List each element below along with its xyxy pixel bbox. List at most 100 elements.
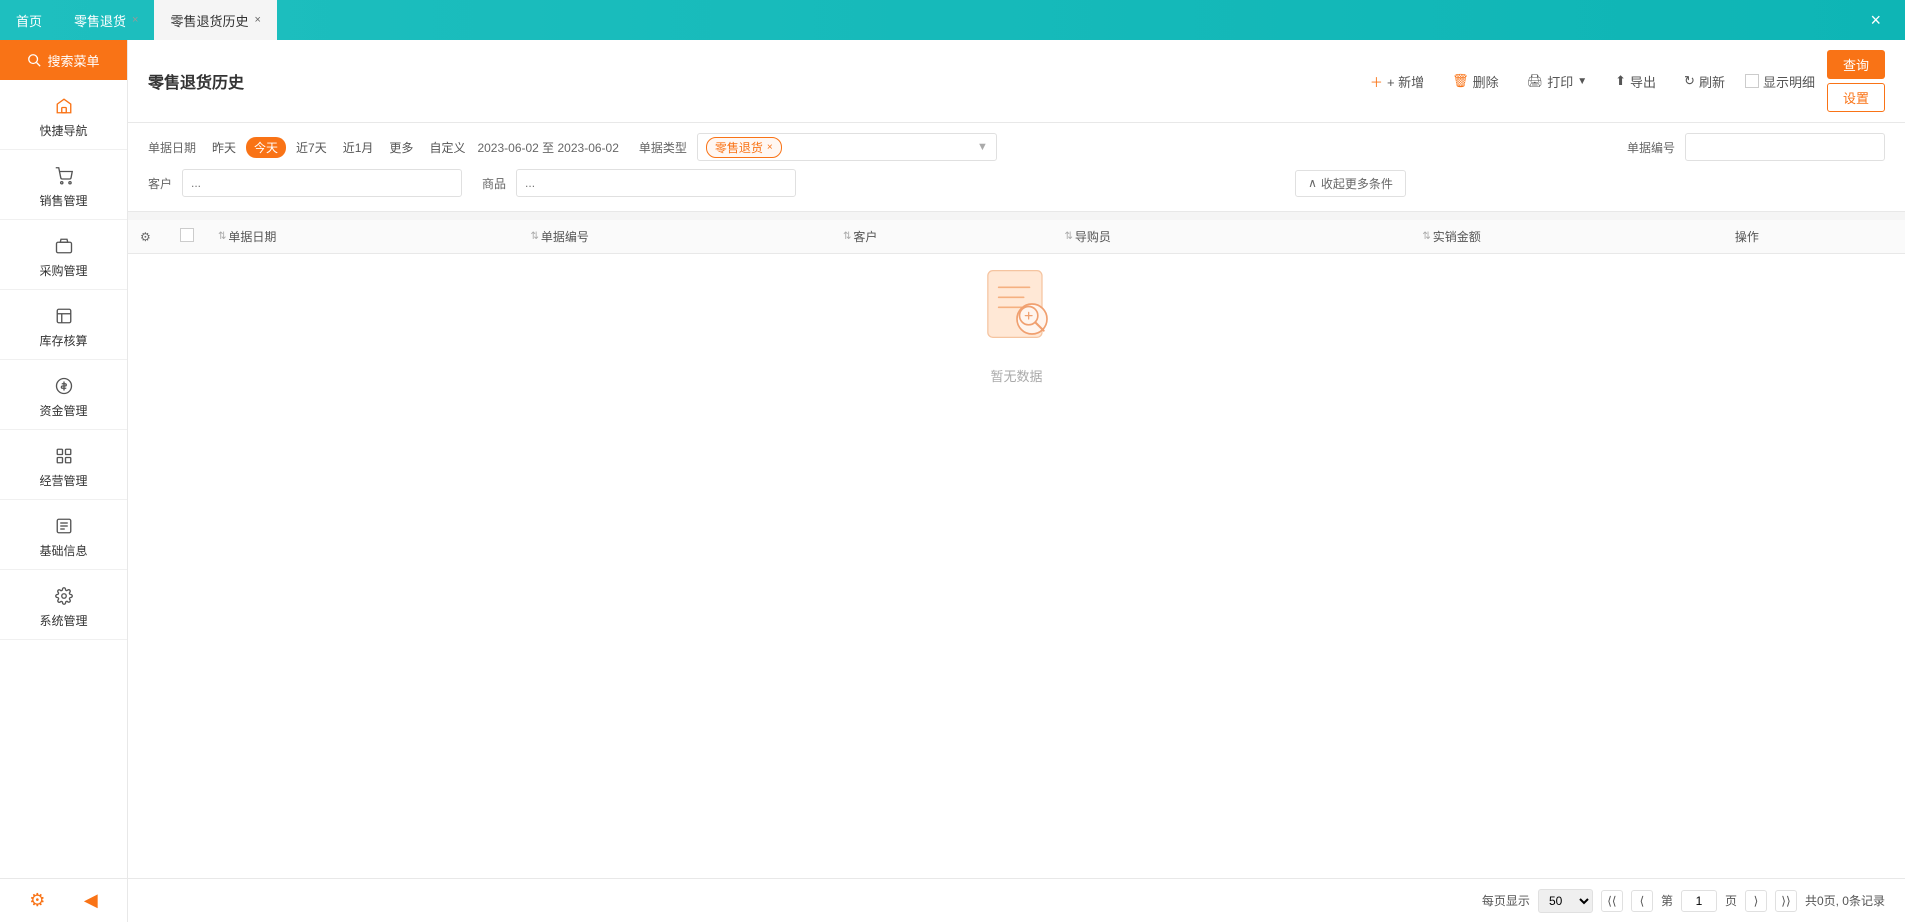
col-doc-date-label: 单据日期 <box>228 228 276 245</box>
col-doc-number-header: ⇅ 单据编号 <box>530 228 818 245</box>
sidebar-item-basic-info-label: 基础信息 <box>39 542 87 559</box>
sidebar-item-operations-label: 经营管理 <box>39 472 87 489</box>
refresh-icon: ↻ <box>1684 73 1695 89</box>
date-opt-more[interactable]: 更多 <box>383 137 419 158</box>
customer-input[interactable] <box>182 169 462 197</box>
settings-icon[interactable]: ⚙ <box>140 230 151 244</box>
sidebar-item-quick-nav[interactable]: 快捷导航 <box>0 80 127 150</box>
page-label: 页 <box>1725 892 1737 909</box>
date-opt-yesterday[interactable]: 昨天 <box>206 137 242 158</box>
page-number-input[interactable] <box>1681 890 1717 912</box>
col-guide[interactable]: ⇅ 导购员 <box>1052 220 1319 254</box>
col-guide-header: ⇅ 导购员 <box>1064 228 1307 245</box>
customer-filter-group: 客户 <box>148 169 462 197</box>
col-actual-amount[interactable]: ⇅ 实销金额 <box>1410 220 1722 254</box>
system-icon <box>52 584 76 608</box>
export-label: 导出 <box>1630 72 1656 91</box>
sidebar-item-finance[interactable]: 资金管理 <box>0 360 127 430</box>
sidebar-item-basic-info[interactable]: 基础信息 <box>0 500 127 570</box>
empty-text: 暂无数据 <box>990 366 1042 385</box>
display-detail-toggle[interactable]: 显示明细 <box>1745 72 1815 91</box>
print-icon: 🖨 <box>1527 73 1544 89</box>
col-actual-amount-sort-icon: ⇅ <box>1422 231 1430 242</box>
goods-input[interactable] <box>516 169 796 197</box>
sidebar-item-sales-mgmt[interactable]: 销售管理 <box>0 150 127 220</box>
doc-type-tag: 零售退货 × <box>706 137 782 158</box>
tab-retail-return-close[interactable]: × <box>132 14 138 26</box>
doc-type-dropdown-icon: ▼ <box>977 141 988 153</box>
page-last-button[interactable]: ⟩⟩ <box>1775 890 1797 912</box>
display-detail-label: 显示明细 <box>1763 72 1815 91</box>
filter-row-1: 单据日期 昨天 今天 近7天 近1月 更多 自定义 2023-06-02 至 2… <box>148 133 1885 161</box>
date-opt-today[interactable]: 今天 <box>246 137 286 158</box>
print-button[interactable]: 🖨 打印 ▼ <box>1519 68 1595 95</box>
delete-label: 删除 <box>1473 72 1499 91</box>
tab-retail-return-history[interactable]: 零售退货历史 × <box>154 0 276 40</box>
col-customer-label: 客户 <box>853 228 877 245</box>
window-close-button[interactable]: × <box>1862 6 1889 35</box>
add-icon: ＋ <box>1370 72 1383 91</box>
date-filter-label: 单据日期 <box>148 139 196 156</box>
page-prev-button[interactable]: ⟨ <box>1631 890 1653 912</box>
date-opt-1month[interactable]: 近1月 <box>337 137 380 158</box>
add-button[interactable]: ＋ + 新增 <box>1362 68 1432 95</box>
doc-type-select[interactable]: 零售退货 × ▼ <box>697 133 997 161</box>
customer-filter-label: 客户 <box>148 175 172 192</box>
col-customer-header: ⇅ 客户 <box>843 228 1040 245</box>
sidebar-item-inventory[interactable]: 库存核算 <box>0 290 127 360</box>
col-doc-number[interactable]: ⇅ 单据编号 <box>518 220 830 254</box>
sidebar-item-operations[interactable]: 经营管理 <box>0 430 127 500</box>
pagination-bar: 每页显示 50 100 200 ⟨⟨ ⟨ 第 页 ⟩ ⟩⟩ 共0页, 0条记录 <box>128 878 1905 922</box>
top-bar: 首页 零售退货 × 零售退货历史 × × <box>0 0 1905 40</box>
doc-number-label: 单据编号 <box>1627 139 1675 156</box>
sidebar-item-finance-label: 资金管理 <box>39 402 87 419</box>
delete-button[interactable]: 🗑 删除 <box>1444 68 1507 95</box>
refresh-button[interactable]: ↻ 刷新 <box>1676 68 1733 95</box>
table-container: ⚙ ⇅ 单据日期 <box>128 220 1905 878</box>
select-all-checkbox[interactable] <box>180 228 194 242</box>
collapse-button[interactable]: ∧ 收起更多条件 <box>1295 170 1406 197</box>
sidebar-item-system-mgmt[interactable]: 系统管理 <box>0 570 127 640</box>
add-label: + 新增 <box>1387 72 1424 91</box>
set-button[interactable]: 设置 <box>1827 83 1885 112</box>
doc-type-filter-group: 单据类型 零售退货 × ▼ <box>639 133 1607 161</box>
date-opt-7days[interactable]: 近7天 <box>290 137 333 158</box>
sidebar-item-purchase-label: 采购管理 <box>39 262 87 279</box>
sidebar-items: 快捷导航 销售管理 采购管理 <box>0 80 127 878</box>
print-dropdown-icon: ▼ <box>1577 76 1587 87</box>
col-customer[interactable]: ⇅ 客户 <box>831 220 1052 254</box>
sidebar-search[interactable]: 搜索菜单 <box>0 40 127 80</box>
col-doc-date-header: ⇅ 单据日期 <box>218 228 506 245</box>
page-first-button[interactable]: ⟨⟨ <box>1601 890 1623 912</box>
top-bar-right: × <box>1862 6 1905 35</box>
page-next-button[interactable]: ⟩ <box>1745 890 1767 912</box>
inventory-icon <box>52 304 76 328</box>
sidebar-item-sales-label: 销售管理 <box>39 192 87 209</box>
date-opt-custom[interactable]: 自定义 <box>423 137 471 158</box>
page-size-select[interactable]: 50 100 200 <box>1538 889 1593 913</box>
sidebar-item-purchase-mgmt[interactable]: 采购管理 <box>0 220 127 290</box>
date-filter-group: 单据日期 昨天 今天 近7天 近1月 更多 自定义 2023-06-02 至 2… <box>148 137 619 158</box>
delete-icon: 🗑 <box>1452 73 1469 89</box>
refresh-label: 刷新 <box>1699 72 1725 91</box>
query-button[interactable]: 查询 <box>1827 50 1885 79</box>
tab-retail-return[interactable]: 零售退货 × <box>58 0 154 40</box>
main-layout: 搜索菜单 快捷导航 销售管理 <box>0 40 1905 922</box>
tab-home[interactable]: 首页 <box>0 0 58 40</box>
display-detail-checkbox[interactable] <box>1745 74 1759 88</box>
gear-icon[interactable]: ⚙ <box>29 890 45 911</box>
col-settings[interactable]: ⚙ <box>128 220 168 254</box>
col-guide-label: 导购员 <box>1075 228 1111 245</box>
col-doc-date[interactable]: ⇅ 单据日期 <box>206 220 518 254</box>
col-checkbox[interactable] <box>168 220 206 254</box>
doc-number-input[interactable] <box>1685 133 1885 161</box>
doc-number-filter-group: 单据编号 <box>1627 133 1885 161</box>
tab-retail-return-history-close[interactable]: × <box>254 14 260 26</box>
export-button[interactable]: ⬆ 导出 <box>1607 68 1664 95</box>
speaker-icon[interactable]: ◀ <box>84 890 98 911</box>
table-area: ⚙ ⇅ 单据日期 <box>128 220 1905 922</box>
tab-list: 首页 零售退货 × 零售退货历史 × <box>0 0 1862 40</box>
doc-type-tag-close[interactable]: × <box>767 142 773 153</box>
date-options: 昨天 今天 近7天 近1月 更多 自定义 <box>206 137 471 158</box>
col-actual-amount-label: 实销金额 <box>1433 228 1481 245</box>
